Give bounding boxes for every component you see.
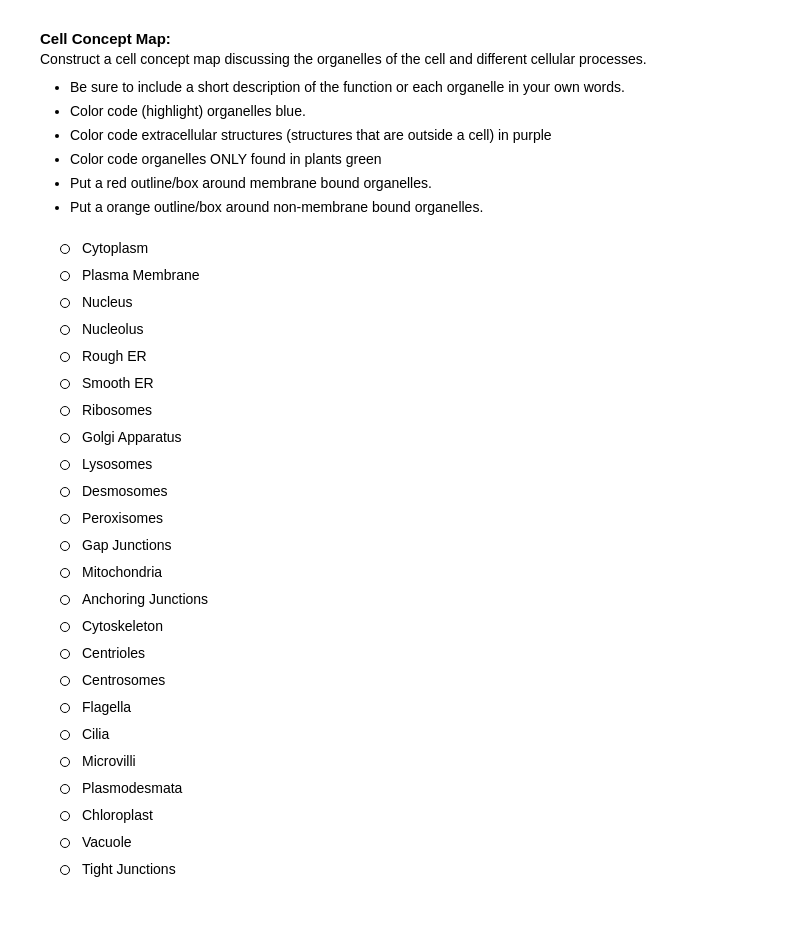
list-item-3: Nucleolus — [60, 319, 769, 340]
page-title: Cell Concept Map: — [40, 30, 769, 47]
instruction-item-4: Put a red outline/box around membrane bo… — [70, 173, 769, 194]
list-item-label: Nucleolus — [82, 319, 143, 340]
circle-bullet-icon — [60, 811, 70, 821]
instruction-item-2: Color code extracellular structures (str… — [70, 125, 769, 146]
list-item-label: Ribosomes — [82, 400, 152, 421]
list-item-13: Anchoring Junctions — [60, 589, 769, 610]
circle-bullet-icon — [60, 622, 70, 632]
list-item-19: Microvilli — [60, 751, 769, 772]
list-item-9: Desmosomes — [60, 481, 769, 502]
list-item-23: Tight Junctions — [60, 859, 769, 880]
circle-bullet-icon — [60, 703, 70, 713]
list-item-8: Lysosomes — [60, 454, 769, 475]
list-item-label: Centrioles — [82, 643, 145, 664]
list-item-5: Smooth ER — [60, 373, 769, 394]
list-item-22: Vacuole — [60, 832, 769, 853]
list-item-label: Plasmodesmata — [82, 778, 182, 799]
list-item-0: Cytoplasm — [60, 238, 769, 259]
circle-bullet-icon — [60, 865, 70, 875]
list-item-11: Gap Junctions — [60, 535, 769, 556]
list-item-label: Cilia — [82, 724, 109, 745]
instruction-item-0: Be sure to include a short description o… — [70, 77, 769, 98]
circle-bullet-icon — [60, 676, 70, 686]
list-item-2: Nucleus — [60, 292, 769, 313]
list-item-12: Mitochondria — [60, 562, 769, 583]
list-item-15: Centrioles — [60, 643, 769, 664]
list-item-label: Plasma Membrane — [82, 265, 200, 286]
list-item-label: Golgi Apparatus — [82, 427, 182, 448]
list-item-label: Smooth ER — [82, 373, 154, 394]
list-item-label: Cytoplasm — [82, 238, 148, 259]
circle-bullet-icon — [60, 757, 70, 767]
circle-bullet-icon — [60, 784, 70, 794]
list-item-label: Lysosomes — [82, 454, 152, 475]
instruction-item-5: Put a orange outline/box around non-memb… — [70, 197, 769, 218]
list-item-label: Gap Junctions — [82, 535, 172, 556]
list-item-20: Plasmodesmata — [60, 778, 769, 799]
circle-bullet-icon — [60, 352, 70, 362]
list-item-21: Chloroplast — [60, 805, 769, 826]
circle-bullet-icon — [60, 298, 70, 308]
circle-bullet-icon — [60, 541, 70, 551]
list-item-label: Centrosomes — [82, 670, 165, 691]
list-item-14: Cytoskeleton — [60, 616, 769, 637]
circle-bullet-icon — [60, 271, 70, 281]
list-item-18: Cilia — [60, 724, 769, 745]
circle-bullet-icon — [60, 460, 70, 470]
list-item-label: Tight Junctions — [82, 859, 176, 880]
circle-bullet-icon — [60, 514, 70, 524]
organelles-list: Cytoplasm Plasma Membrane Nucleus Nucleolus… — [40, 238, 769, 880]
circle-bullet-icon — [60, 487, 70, 497]
list-item-label: Flagella — [82, 697, 131, 718]
list-item-label: Peroxisomes — [82, 508, 163, 529]
list-item-label: Desmosomes — [82, 481, 168, 502]
list-item-4: Rough ER — [60, 346, 769, 367]
list-item-label: Anchoring Junctions — [82, 589, 208, 610]
circle-bullet-icon — [60, 838, 70, 848]
list-item-16: Centrosomes — [60, 670, 769, 691]
list-item-1: Plasma Membrane — [60, 265, 769, 286]
list-item-17: Flagella — [60, 697, 769, 718]
list-item-6: Ribosomes — [60, 400, 769, 421]
list-item-label: Microvilli — [82, 751, 136, 772]
circle-bullet-icon — [60, 406, 70, 416]
circle-bullet-icon — [60, 730, 70, 740]
list-item-label: Rough ER — [82, 346, 147, 367]
list-item-10: Peroxisomes — [60, 508, 769, 529]
circle-bullet-icon — [60, 649, 70, 659]
instruction-item-1: Color code (highlight) organelles blue. — [70, 101, 769, 122]
circle-bullet-icon — [60, 244, 70, 254]
circle-bullet-icon — [60, 379, 70, 389]
instructions-list: Be sure to include a short description o… — [40, 77, 769, 218]
circle-bullet-icon — [60, 325, 70, 335]
circle-bullet-icon — [60, 595, 70, 605]
list-item-label: Vacuole — [82, 832, 132, 853]
list-item-7: Golgi Apparatus — [60, 427, 769, 448]
circle-bullet-icon — [60, 433, 70, 443]
list-item-label: Chloroplast — [82, 805, 153, 826]
list-item-label: Mitochondria — [82, 562, 162, 583]
list-item-label: Cytoskeleton — [82, 616, 163, 637]
circle-bullet-icon — [60, 568, 70, 578]
list-item-label: Nucleus — [82, 292, 133, 313]
page-container: Cell Concept Map: Construct a cell conce… — [40, 30, 769, 880]
intro-text: Construct a cell concept map discussing … — [40, 51, 769, 67]
instruction-item-3: Color code organelles ONLY found in plan… — [70, 149, 769, 170]
